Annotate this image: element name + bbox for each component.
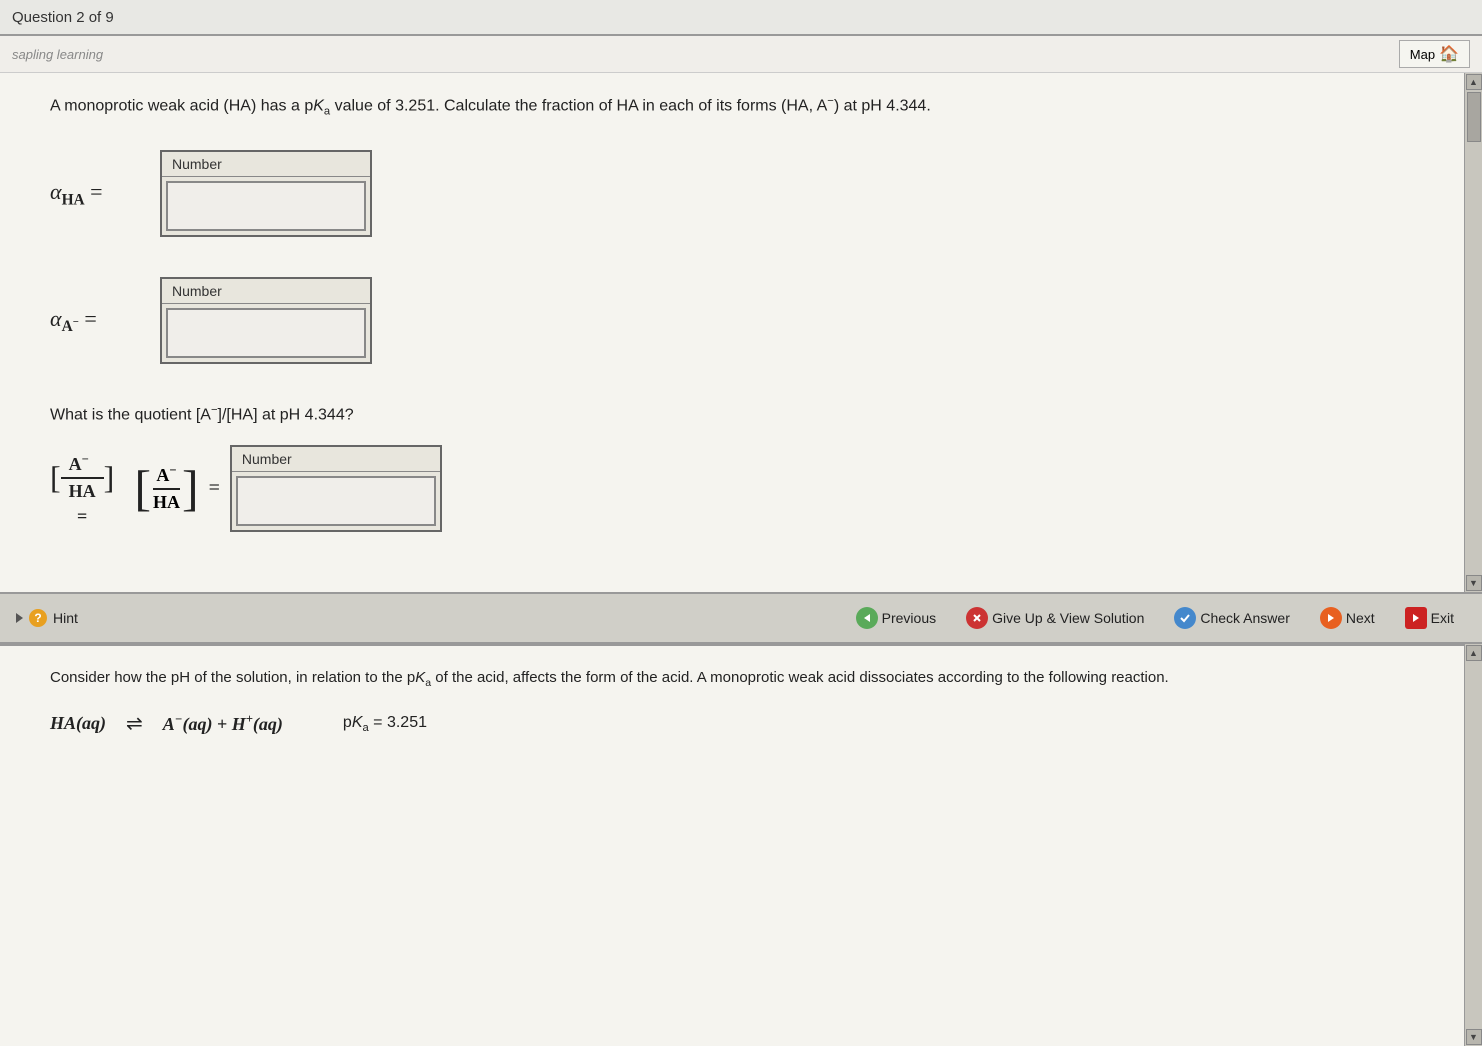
left-bracket-top: [ <box>50 461 61 493</box>
hint-scroll-up[interactable]: ▲ <box>1466 645 1482 661</box>
hint-panel-wrapper: Consider how the pH of the solution, in … <box>0 642 1482 1046</box>
hint-scroll-down[interactable]: ▼ <box>1466 1029 1482 1045</box>
check-label: Check Answer <box>1200 610 1289 626</box>
giveup-label: Give Up & View Solution <box>992 610 1144 626</box>
alpha-a-number-label: Number <box>162 279 370 304</box>
alpha-a-group: αA− = Number <box>50 277 1414 364</box>
hint-content: Consider how the pH of the solution, in … <box>0 644 1464 1046</box>
hint-question-icon: ? <box>29 609 47 627</box>
nav-buttons: Previous Give Up & View Solution Check A… <box>844 602 1466 634</box>
alpha-ha-number-label: Number <box>162 152 370 177</box>
alpha-ha-group: αHA = Number <box>50 150 1414 237</box>
previous-label: Previous <box>882 610 936 626</box>
giveup-icon <box>966 607 988 629</box>
giveup-button[interactable]: Give Up & View Solution <box>954 602 1156 634</box>
question-label: Question 2 of 9 <box>12 9 114 26</box>
hint-button[interactable]: ? Hint <box>16 609 78 627</box>
quotient-question: What is the quotient [A−]/[HA] at pH 4.3… <box>50 404 1414 424</box>
alpha-ha-input[interactable] <box>166 181 366 231</box>
previous-icon <box>856 607 878 629</box>
hint-label: Hint <box>53 610 78 626</box>
question-area: A monoprotic weak acid (HA) has a pKa va… <box>0 73 1464 592</box>
check-button[interactable]: Check Answer <box>1162 602 1301 634</box>
alpha-ha-label: αHA = <box>50 179 140 209</box>
quotient-input[interactable] <box>236 476 436 526</box>
next-label: Next <box>1346 610 1375 626</box>
alpha-a-input-box: Number <box>160 277 372 364</box>
map-icon: 🏠 <box>1439 44 1459 64</box>
previous-button[interactable]: Previous <box>844 602 948 634</box>
check-icon <box>1174 607 1196 629</box>
top-scrollbar: ▲ ▼ <box>1464 73 1482 592</box>
exit-label: Exit <box>1431 610 1454 626</box>
next-button[interactable]: Next <box>1308 602 1387 634</box>
bottom-scrollbar: ▲ ▼ <box>1464 644 1482 1046</box>
scroll-up[interactable]: ▲ <box>1466 74 1482 90</box>
fraction-numerator: A− <box>61 450 104 477</box>
bottom-toolbar: ? Hint Previous Give Up & View Solution <box>0 592 1482 642</box>
exit-icon <box>1405 607 1427 629</box>
question-text: A monoprotic weak acid (HA) has a pKa va… <box>50 93 1414 120</box>
hint-text: Consider how the pH of the solution, in … <box>50 666 1414 692</box>
quotient-number-label: Number <box>232 447 440 472</box>
reaction-equation: HA(aq) ⇌ A−(aq) + H+(aq) pKa = 3.251 <box>50 711 1414 736</box>
right-bracket-bottom: ] <box>104 461 115 493</box>
hint-triangle-icon <box>16 613 23 623</box>
scroll-down[interactable]: ▼ <box>1466 575 1482 591</box>
alpha-ha-input-box: Number <box>160 150 372 237</box>
scroll-thumb[interactable] <box>1467 92 1481 142</box>
alpha-a-label: αA− = <box>50 306 140 336</box>
sapling-logo: sapling learning <box>12 47 103 62</box>
fraction-denominator: HA <box>61 479 104 504</box>
fraction-label: [ A− HA ] = <box>50 450 114 527</box>
exit-button[interactable]: Exit <box>1393 602 1466 634</box>
map-button[interactable]: Map 🏠 <box>1399 40 1470 68</box>
alpha-a-input[interactable] <box>166 308 366 358</box>
next-icon <box>1320 607 1342 629</box>
quotient-input-box: Number <box>230 445 442 532</box>
quotient-group: [ A− HA ] = <box>50 445 1414 532</box>
map-label: Map <box>1410 47 1435 62</box>
